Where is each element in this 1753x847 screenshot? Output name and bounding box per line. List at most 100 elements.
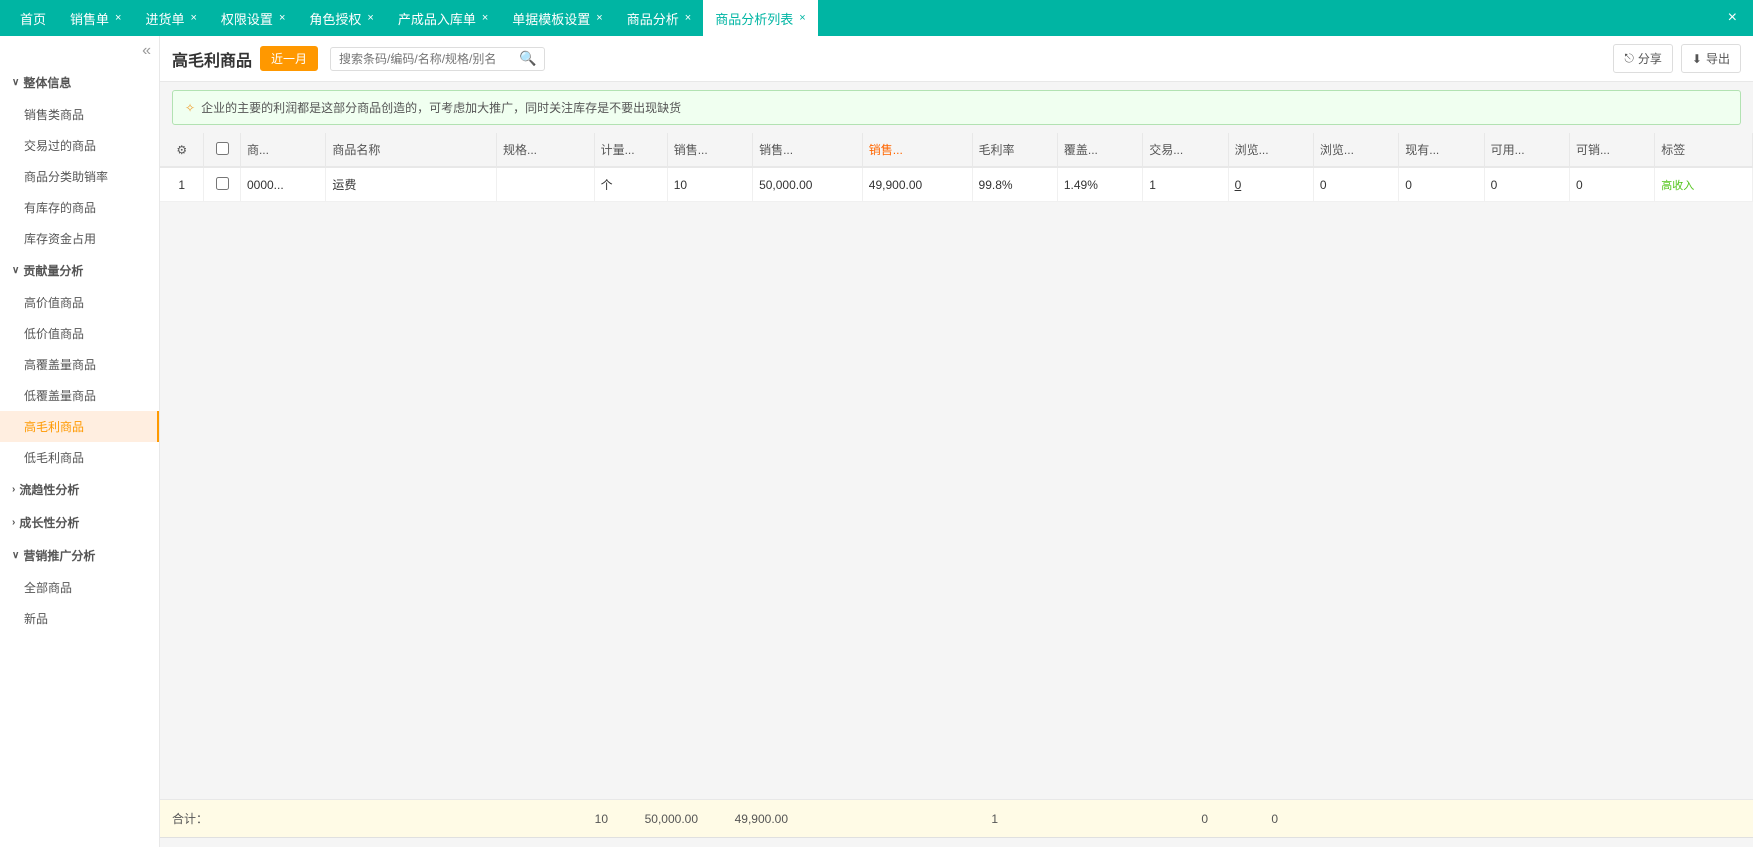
nav-close-roles[interactable]: × bbox=[367, 12, 373, 24]
cell-available: 0 bbox=[1484, 167, 1569, 202]
cell-sales-amount: 50,000.00 bbox=[753, 167, 863, 202]
col-available[interactable]: 可用... bbox=[1484, 133, 1569, 167]
content-area: 高毛利商品 近一月 🔍 ⎋ 分享 ⬇ 导出 ✧ 企业的主要的利润都是这部分商品创… bbox=[160, 36, 1753, 847]
col-browse2[interactable]: 浏览... bbox=[1313, 133, 1398, 167]
nav-item-purchase[interactable]: 进货单 × bbox=[133, 0, 208, 36]
col-sales-cost[interactable]: 销售... bbox=[862, 133, 972, 167]
sidebar-group-overall-arrow: ∨ bbox=[12, 77, 19, 88]
search-icon[interactable]: 🔍 bbox=[519, 50, 536, 67]
sidebar-item-category-rate[interactable]: 商品分类助销率 bbox=[0, 161, 159, 192]
data-table: ⚙ 商... 商品名称 规格... 计量... 销售... 销售... 销售..… bbox=[160, 133, 1753, 202]
col-sales-amount[interactable]: 销售... bbox=[753, 133, 863, 167]
col-sales-qty[interactable]: 销售... bbox=[667, 133, 752, 167]
row-checkbox[interactable] bbox=[216, 177, 229, 190]
col-settings[interactable]: ⚙ bbox=[160, 133, 204, 167]
cell-sales-cost: 49,900.00 bbox=[862, 167, 972, 202]
col-name[interactable]: 商品名称 bbox=[326, 133, 497, 167]
nav-item-analysis-list[interactable]: 商品分析列表 × bbox=[703, 0, 817, 36]
col-browse1[interactable]: 浏览... bbox=[1228, 133, 1313, 167]
cell-checkbox bbox=[204, 167, 241, 202]
cell-tag: 高收入 bbox=[1655, 167, 1753, 202]
sidebar-item-stock-funds[interactable]: 库存资金占用 bbox=[0, 223, 159, 254]
nav-close-product-analysis[interactable]: × bbox=[685, 12, 691, 24]
sidebar-item-traded-goods[interactable]: 交易过的商品 bbox=[0, 130, 159, 161]
sidebar-group-contribution[interactable]: ∨ 贡献量分析 bbox=[0, 254, 159, 287]
footer-transaction: 1 bbox=[928, 812, 998, 826]
footer-current-stock: 0 bbox=[1138, 812, 1208, 826]
top-navigation: 首页 销售单 × 进货单 × 权限设置 × 角色授权 × 产成品入库单 × 单据… bbox=[0, 0, 1753, 36]
sidebar-item-high-value[interactable]: 高价值商品 bbox=[0, 287, 159, 318]
sidebar-item-new-goods[interactable]: 新品 bbox=[0, 603, 159, 634]
sidebar: « ∨ 整体信息 销售类商品 交易过的商品 商品分类助销率 有库存的商品 库存资… bbox=[0, 36, 160, 847]
sidebar-item-high-coverage[interactable]: 高覆盖量商品 bbox=[0, 349, 159, 380]
sidebar-group-overall[interactable]: ∨ 整体信息 bbox=[0, 66, 159, 99]
col-tag[interactable]: 标签 bbox=[1655, 133, 1753, 167]
footer-available: 0 bbox=[1208, 812, 1278, 826]
cell-sellable: 0 bbox=[1569, 167, 1654, 202]
nav-item-template[interactable]: 单据模板设置 × bbox=[500, 0, 614, 36]
nav-item-inbound[interactable]: 产成品入库单 × bbox=[386, 0, 500, 36]
col-unit[interactable]: 计量... bbox=[594, 133, 667, 167]
nav-item-roles[interactable]: 角色授权 × bbox=[297, 0, 385, 36]
select-all-checkbox[interactable] bbox=[216, 142, 229, 155]
cell-name: 运费 bbox=[326, 167, 497, 202]
sidebar-item-low-margin[interactable]: 低毛利商品 bbox=[0, 442, 159, 473]
nav-item-home[interactable]: 首页 bbox=[8, 0, 58, 36]
sidebar-item-all-goods[interactable]: 全部商品 bbox=[0, 572, 159, 603]
col-spec[interactable]: 规格... bbox=[497, 133, 595, 167]
time-filter-month[interactable]: 近一月 bbox=[260, 46, 318, 71]
window-close-button[interactable]: × bbox=[1720, 9, 1745, 27]
sidebar-group-growth[interactable]: › 成长性分析 bbox=[0, 506, 159, 539]
cell-index: 1 bbox=[160, 167, 204, 202]
cell-browse1[interactable]: 0 bbox=[1228, 167, 1313, 202]
sidebar-item-low-coverage[interactable]: 低覆盖量商品 bbox=[0, 380, 159, 411]
cell-current-stock: 0 bbox=[1399, 167, 1484, 202]
sidebar-group-trend[interactable]: › 流趋性分析 bbox=[0, 473, 159, 506]
nav-close-inbound[interactable]: × bbox=[482, 12, 488, 24]
export-icon: ⬇ bbox=[1692, 52, 1702, 66]
cell-sales-qty: 10 bbox=[667, 167, 752, 202]
nav-close-analysis-list[interactable]: × bbox=[799, 12, 805, 24]
sidebar-item-low-value[interactable]: 低价值商品 bbox=[0, 318, 159, 349]
cell-unit: 个 bbox=[594, 167, 667, 202]
footer-cells: 10 50,000.00 49,900.00 1 0 0 bbox=[232, 812, 1741, 826]
sidebar-item-sales-goods[interactable]: 销售类商品 bbox=[0, 99, 159, 130]
nav-close-sales[interactable]: × bbox=[115, 12, 121, 24]
col-sellable[interactable]: 可销... bbox=[1569, 133, 1654, 167]
table-row: 1 0000... 运费 个 10 50,000.00 49,900.00 99… bbox=[160, 167, 1753, 202]
share-button[interactable]: ⎋ 分享 bbox=[1613, 44, 1673, 73]
export-button[interactable]: ⬇ 导出 bbox=[1681, 44, 1741, 73]
footer-sales-qty: 10 bbox=[538, 812, 608, 826]
col-current-stock[interactable]: 现有... bbox=[1399, 133, 1484, 167]
sidebar-item-high-margin[interactable]: 高毛利商品 bbox=[0, 411, 159, 442]
nav-close-permissions[interactable]: × bbox=[279, 12, 285, 24]
tip-icon: ✧ bbox=[185, 101, 195, 115]
share-icon: ⎋ bbox=[1624, 51, 1634, 66]
sidebar-collapse-button[interactable]: « bbox=[0, 36, 159, 66]
sidebar-group-trend-arrow: › bbox=[12, 484, 15, 495]
horizontal-scrollbar[interactable] bbox=[160, 837, 1753, 847]
sidebar-group-growth-arrow: › bbox=[12, 517, 15, 528]
col-coverage[interactable]: 覆盖... bbox=[1057, 133, 1142, 167]
cell-browse2: 0 bbox=[1313, 167, 1398, 202]
nav-item-permissions[interactable]: 权限设置 × bbox=[209, 0, 297, 36]
sidebar-item-in-stock[interactable]: 有库存的商品 bbox=[0, 192, 159, 223]
info-banner: ✧ 企业的主要的利润都是这部分商品创造的，可考虑加大推广，同时关注库存是不要出现… bbox=[172, 90, 1741, 125]
footer-totals: 合计： 10 50,000.00 49,900.00 1 0 0 bbox=[160, 799, 1753, 837]
col-transaction[interactable]: 交易... bbox=[1143, 133, 1228, 167]
footer-sales-cost: 49,900.00 bbox=[698, 812, 788, 826]
sidebar-group-marketing-arrow: ∨ bbox=[12, 550, 19, 561]
nav-close-purchase[interactable]: × bbox=[190, 12, 196, 24]
data-table-container: ⚙ 商... 商品名称 规格... 计量... 销售... 销售... 销售..… bbox=[160, 133, 1753, 799]
col-gross-margin[interactable]: 毛利率 bbox=[972, 133, 1057, 167]
nav-item-product-analysis[interactable]: 商品分析 × bbox=[615, 0, 703, 36]
page-title: 高毛利商品 bbox=[172, 47, 252, 71]
search-input[interactable] bbox=[339, 48, 519, 70]
cell-code: 0000... bbox=[240, 167, 325, 202]
search-box: 🔍 bbox=[330, 47, 545, 71]
nav-close-template[interactable]: × bbox=[596, 12, 602, 24]
nav-item-sales[interactable]: 销售单 × bbox=[58, 0, 133, 36]
sidebar-group-marketing[interactable]: ∨ 营销推广分析 bbox=[0, 539, 159, 572]
cell-gross-margin: 99.8% bbox=[972, 167, 1057, 202]
col-code[interactable]: 商... bbox=[240, 133, 325, 167]
